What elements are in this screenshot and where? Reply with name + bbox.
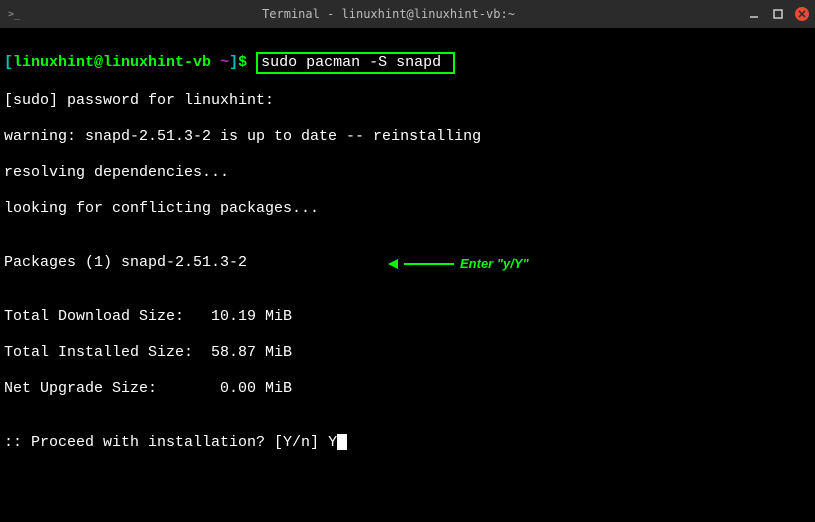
prompt-line: [linuxhint@linuxhint-vb ~]$ sudo pacman …: [4, 52, 811, 74]
output-line: [sudo] password for linuxhint:: [4, 92, 811, 110]
output-prompt-line: :: Proceed with installation? [Y/n] Y: [4, 434, 811, 452]
prompt-open-bracket: [: [4, 54, 13, 71]
terminal-icon: >_: [6, 6, 22, 22]
command-text: sudo pacman -S snapd: [261, 54, 450, 71]
arrow-line-icon: [404, 263, 454, 265]
proceed-prompt: :: Proceed with installation? [Y/n]: [4, 434, 328, 451]
output-line: Net Upgrade Size: 0.00 MiB: [4, 380, 811, 398]
close-button[interactable]: [795, 7, 809, 21]
output-line: resolving dependencies...: [4, 164, 811, 182]
maximize-button[interactable]: [771, 7, 785, 21]
proceed-input: Y: [328, 434, 337, 451]
annotation-overlay: Enter "y/Y": [388, 255, 529, 273]
output-line: warning: snapd-2.51.3-2 is up to date --…: [4, 128, 811, 146]
output-line: Total Installed Size: 58.87 MiB: [4, 344, 811, 362]
prompt-user-host: linuxhint@linuxhint-vb: [13, 54, 211, 71]
command-highlight-box: sudo pacman -S snapd: [256, 52, 455, 74]
window-titlebar: >_ Terminal - linuxhint@linuxhint-vb:~: [0, 0, 815, 28]
minimize-button[interactable]: [747, 7, 761, 21]
prompt-close-bracket: ]: [229, 54, 238, 71]
window-title: Terminal - linuxhint@linuxhint-vb:~: [30, 7, 747, 21]
output-line: Total Download Size: 10.19 MiB: [4, 308, 811, 326]
terminal-body[interactable]: [linuxhint@linuxhint-vb ~]$ sudo pacman …: [0, 28, 815, 522]
prompt-tilde: ~: [211, 54, 229, 71]
prompt-dollar: $: [238, 54, 256, 71]
arrow-head-icon: [388, 259, 398, 269]
output-line: looking for conflicting packages...: [4, 200, 811, 218]
annotation-text: Enter "y/Y": [460, 255, 529, 273]
cursor-block: [337, 434, 347, 450]
window-controls: [747, 7, 809, 21]
